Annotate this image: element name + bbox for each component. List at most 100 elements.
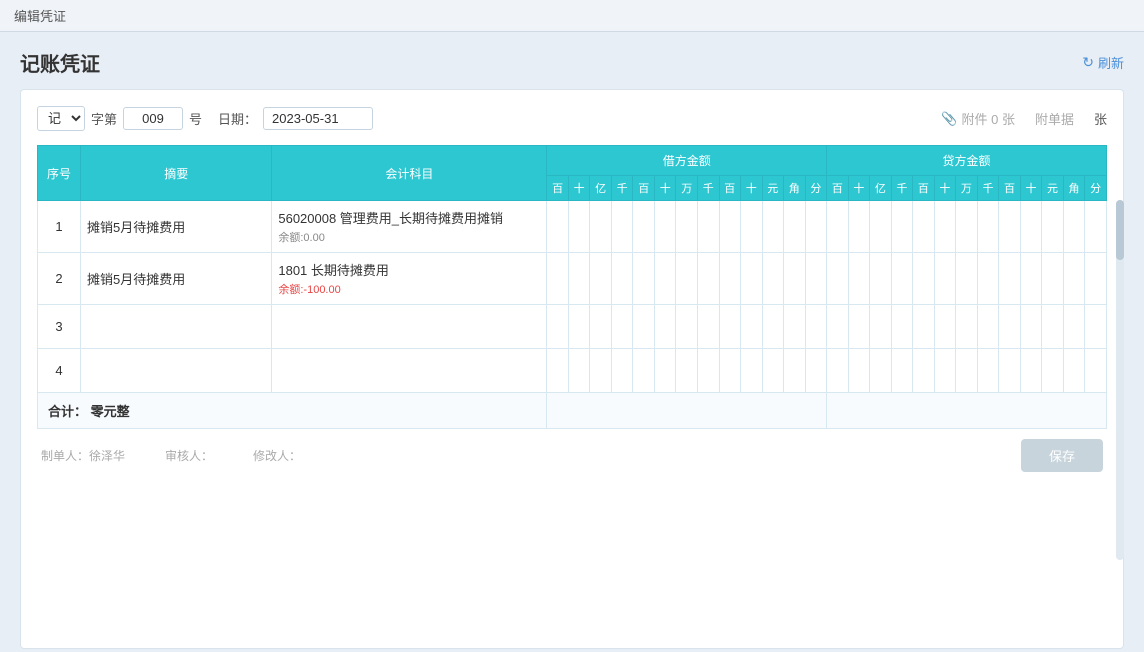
credit-cell-r1-2[interactable] [870, 201, 892, 253]
credit-cell-r2-4[interactable] [913, 253, 935, 305]
debit-cell-r2-5[interactable] [654, 253, 676, 305]
credit-cell-r3-4[interactable] [913, 305, 935, 349]
credit-cell-r1-4[interactable] [913, 201, 935, 253]
credit-cell-r4-3[interactable] [891, 349, 913, 393]
debit-cell-r2-2[interactable] [590, 253, 612, 305]
row-account-2[interactable]: 1801 长期待摊费用余额:-100.00 [272, 253, 547, 305]
table-row[interactable]: 1摊销5月待摊费用56020008 管理费用_长期待摊费用摊销余额:0.00 [38, 201, 1107, 253]
credit-cell-r3-12[interactable] [1085, 305, 1107, 349]
attachment-link[interactable]: 附单据 [1035, 109, 1074, 128]
credit-cell-r4-1[interactable] [848, 349, 870, 393]
debit-cell-r2-8[interactable] [719, 253, 741, 305]
debit-cell-r1-2[interactable] [590, 201, 612, 253]
debit-cell-r3-11[interactable] [784, 305, 806, 349]
table-row[interactable]: 2摊销5月待摊费用1801 长期待摊费用余额:-100.00 [38, 253, 1107, 305]
credit-cell-r1-9[interactable] [1020, 201, 1042, 253]
debit-cell-r1-1[interactable] [568, 201, 590, 253]
debit-cell-r1-6[interactable] [676, 201, 698, 253]
debit-cell-r1-3[interactable] [611, 201, 633, 253]
debit-cell-r4-9[interactable] [741, 349, 763, 393]
debit-cell-r3-9[interactable] [741, 305, 763, 349]
credit-cell-r4-12[interactable] [1085, 349, 1107, 393]
debit-cell-r4-5[interactable] [654, 349, 676, 393]
credit-cell-r1-5[interactable] [934, 201, 956, 253]
scrollbar-thumb[interactable] [1116, 200, 1124, 260]
debit-cell-r2-7[interactable] [697, 253, 719, 305]
credit-cell-r2-6[interactable] [956, 253, 978, 305]
debit-cell-r2-9[interactable] [741, 253, 763, 305]
debit-cell-r2-0[interactable] [547, 253, 569, 305]
credit-cell-r3-10[interactable] [1042, 305, 1064, 349]
credit-cell-r1-1[interactable] [848, 201, 870, 253]
credit-cell-r1-0[interactable] [827, 201, 849, 253]
row-account-4[interactable] [272, 349, 547, 393]
credit-cell-r1-11[interactable] [1063, 201, 1085, 253]
credit-cell-r4-6[interactable] [956, 349, 978, 393]
credit-cell-r3-7[interactable] [977, 305, 999, 349]
row-account-3[interactable] [272, 305, 547, 349]
credit-cell-r4-7[interactable] [977, 349, 999, 393]
credit-cell-r4-5[interactable] [934, 349, 956, 393]
debit-cell-r3-5[interactable] [654, 305, 676, 349]
debit-cell-r2-6[interactable] [676, 253, 698, 305]
credit-cell-r3-11[interactable] [1063, 305, 1085, 349]
debit-cell-r4-4[interactable] [633, 349, 655, 393]
credit-cell-r3-6[interactable] [956, 305, 978, 349]
credit-cell-r1-3[interactable] [891, 201, 913, 253]
credit-cell-r3-9[interactable] [1020, 305, 1042, 349]
credit-cell-r3-1[interactable] [848, 305, 870, 349]
debit-cell-r4-8[interactable] [719, 349, 741, 393]
debit-cell-r1-12[interactable] [805, 201, 827, 253]
debit-cell-r4-12[interactable] [805, 349, 827, 393]
credit-cell-r1-12[interactable] [1085, 201, 1107, 253]
credit-cell-r4-11[interactable] [1063, 349, 1085, 393]
credit-cell-r1-6[interactable] [956, 201, 978, 253]
debit-cell-r3-12[interactable] [805, 305, 827, 349]
credit-cell-r1-8[interactable] [999, 201, 1021, 253]
debit-cell-r1-0[interactable] [547, 201, 569, 253]
debit-cell-r2-1[interactable] [568, 253, 590, 305]
credit-cell-r4-2[interactable] [870, 349, 892, 393]
credit-cell-r3-0[interactable] [827, 305, 849, 349]
credit-cell-r3-5[interactable] [934, 305, 956, 349]
row-summary-4[interactable] [81, 349, 272, 393]
debit-cell-r1-11[interactable] [784, 201, 806, 253]
debit-cell-r2-10[interactable] [762, 253, 784, 305]
credit-cell-r4-0[interactable] [827, 349, 849, 393]
refresh-button[interactable]: ↻ 刷新 [1082, 53, 1124, 72]
credit-cell-r4-4[interactable] [913, 349, 935, 393]
debit-cell-r1-4[interactable] [633, 201, 655, 253]
credit-cell-r1-7[interactable] [977, 201, 999, 253]
row-summary-2[interactable]: 摊销5月待摊费用 [81, 253, 272, 305]
credit-cell-r2-9[interactable] [1020, 253, 1042, 305]
debit-cell-r1-9[interactable] [741, 201, 763, 253]
credit-cell-r3-8[interactable] [999, 305, 1021, 349]
debit-cell-r4-6[interactable] [676, 349, 698, 393]
credit-cell-r2-12[interactable] [1085, 253, 1107, 305]
row-summary-1[interactable]: 摊销5月待摊费用 [81, 201, 272, 253]
date-input[interactable] [263, 107, 373, 130]
voucher-type-select[interactable]: 记 收 付 转 [37, 106, 85, 131]
debit-cell-r2-4[interactable] [633, 253, 655, 305]
credit-cell-r3-3[interactable] [891, 305, 913, 349]
debit-cell-r1-10[interactable] [762, 201, 784, 253]
debit-cell-r3-6[interactable] [676, 305, 698, 349]
credit-cell-r2-1[interactable] [848, 253, 870, 305]
credit-cell-r2-2[interactable] [870, 253, 892, 305]
credit-cell-r2-11[interactable] [1063, 253, 1085, 305]
debit-cell-r3-2[interactable] [590, 305, 612, 349]
debit-cell-r3-1[interactable] [568, 305, 590, 349]
debit-cell-r4-7[interactable] [697, 349, 719, 393]
debit-cell-r1-5[interactable] [654, 201, 676, 253]
debit-cell-r4-3[interactable] [611, 349, 633, 393]
debit-cell-r4-2[interactable] [590, 349, 612, 393]
debit-cell-r3-3[interactable] [611, 305, 633, 349]
credit-cell-r4-8[interactable] [999, 349, 1021, 393]
debit-cell-r2-11[interactable] [784, 253, 806, 305]
debit-cell-r3-4[interactable] [633, 305, 655, 349]
debit-cell-r3-10[interactable] [762, 305, 784, 349]
debit-cell-r1-7[interactable] [697, 201, 719, 253]
debit-cell-r3-0[interactable] [547, 305, 569, 349]
debit-cell-r3-8[interactable] [719, 305, 741, 349]
table-row[interactable]: 4 [38, 349, 1107, 393]
